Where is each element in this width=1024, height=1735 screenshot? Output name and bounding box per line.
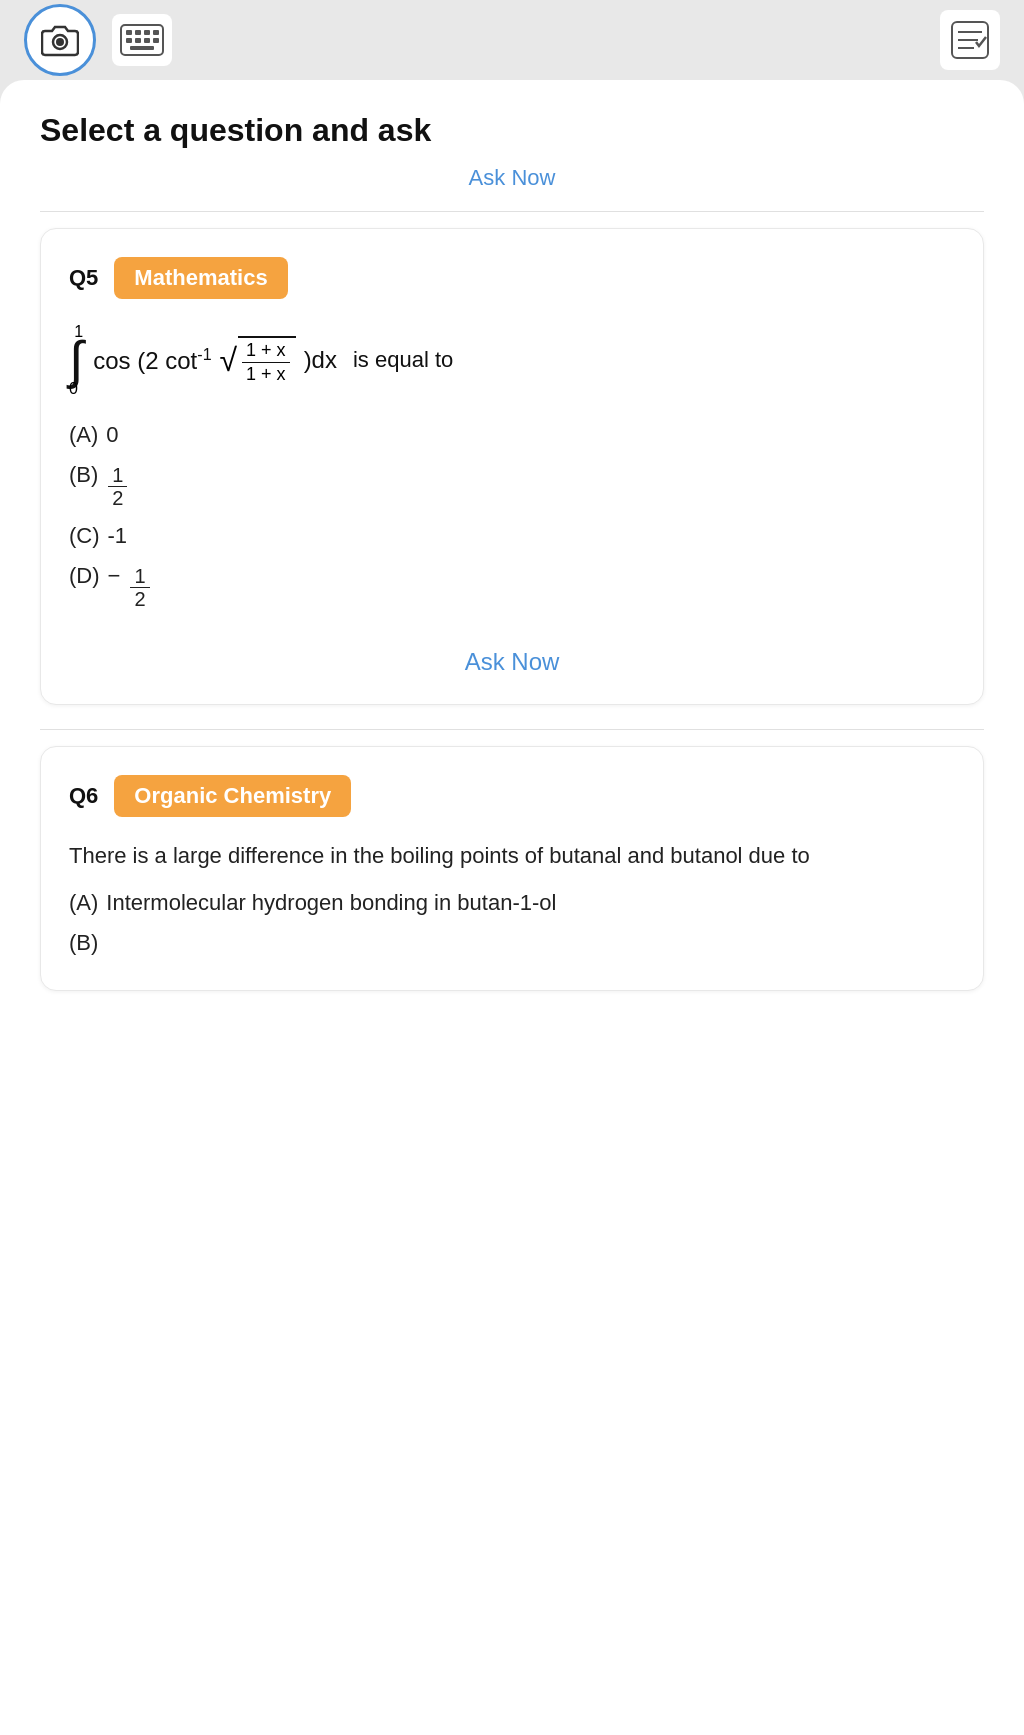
svg-rect-11 xyxy=(130,46,154,50)
divider-top xyxy=(40,211,984,212)
question-number-q5: Q5 xyxy=(69,265,98,291)
camera-icon xyxy=(41,23,79,57)
question-card-q6: Q6 Organic Chemistry There is a large di… xyxy=(40,746,984,991)
svg-rect-3 xyxy=(126,30,132,35)
option-b-label-q6: (B) xyxy=(69,930,98,956)
option-a-q6[interactable]: (A) Intermolecular hydrogen bonding in b… xyxy=(69,890,955,916)
svg-rect-8 xyxy=(135,38,141,43)
option-a-q5[interactable]: (A) 0 xyxy=(69,422,955,448)
option-b-q5[interactable]: (B) 1 2 xyxy=(69,462,955,509)
ask-now-button-q5[interactable]: Ask Now xyxy=(69,648,955,676)
dx-suffix: )dx xyxy=(304,346,337,374)
sqrt-expression: √ 1 + x 1 + x xyxy=(220,336,296,385)
svg-rect-6 xyxy=(153,30,159,35)
question-header-q5: Q5 Mathematics xyxy=(69,257,955,299)
integral-lower: 0 xyxy=(69,380,78,398)
subject-badge-q6: Organic Chemistry xyxy=(114,775,351,817)
math-formula-q5: 1 ∫ 0 cos (2 cot-1 √ 1 + x 1 + x )dx is … xyxy=(69,319,955,402)
question-card-q5: Q5 Mathematics 1 ∫ 0 cos (2 cot-1 √ 1 + … xyxy=(40,228,984,705)
top-bar-left xyxy=(24,4,172,76)
question-number-q6: Q6 xyxy=(69,783,98,809)
svg-rect-7 xyxy=(126,38,132,43)
checklist-button[interactable] xyxy=(940,10,1000,70)
svg-rect-10 xyxy=(153,38,159,43)
option-c-q5[interactable]: (C) -1 xyxy=(69,523,955,549)
ask-now-top-link[interactable]: Ask Now xyxy=(40,165,984,191)
is-equal-to: is equal to xyxy=(353,347,453,373)
integral-symbol: ∫ xyxy=(69,337,83,384)
camera-button[interactable] xyxy=(24,4,96,76)
question-text-q6: There is a large difference in the boili… xyxy=(69,837,955,874)
subject-badge-q5: Mathematics xyxy=(114,257,287,299)
cos-expression: cos (2 cot-1 xyxy=(93,346,211,375)
checklist-icon xyxy=(950,20,990,60)
option-b-q6[interactable]: (B) xyxy=(69,930,955,956)
page-title: Select a question and ask xyxy=(40,112,984,149)
svg-rect-4 xyxy=(135,30,141,35)
option-a-text-q6: Intermolecular hydrogen bonding in butan… xyxy=(106,890,556,916)
divider-mid xyxy=(40,729,984,730)
question-header-q6: Q6 Organic Chemistry xyxy=(69,775,955,817)
keyboard-icon xyxy=(120,24,164,56)
keyboard-button[interactable] xyxy=(112,14,172,66)
main-card: Select a question and ask Ask Now Q5 Mat… xyxy=(0,80,1024,1735)
svg-point-1 xyxy=(56,38,64,46)
integral-upper: 1 xyxy=(74,323,83,341)
top-bar xyxy=(0,0,1024,80)
svg-rect-9 xyxy=(144,38,150,43)
svg-rect-5 xyxy=(144,30,150,35)
option-d-q5[interactable]: (D) − 1 2 xyxy=(69,563,955,610)
